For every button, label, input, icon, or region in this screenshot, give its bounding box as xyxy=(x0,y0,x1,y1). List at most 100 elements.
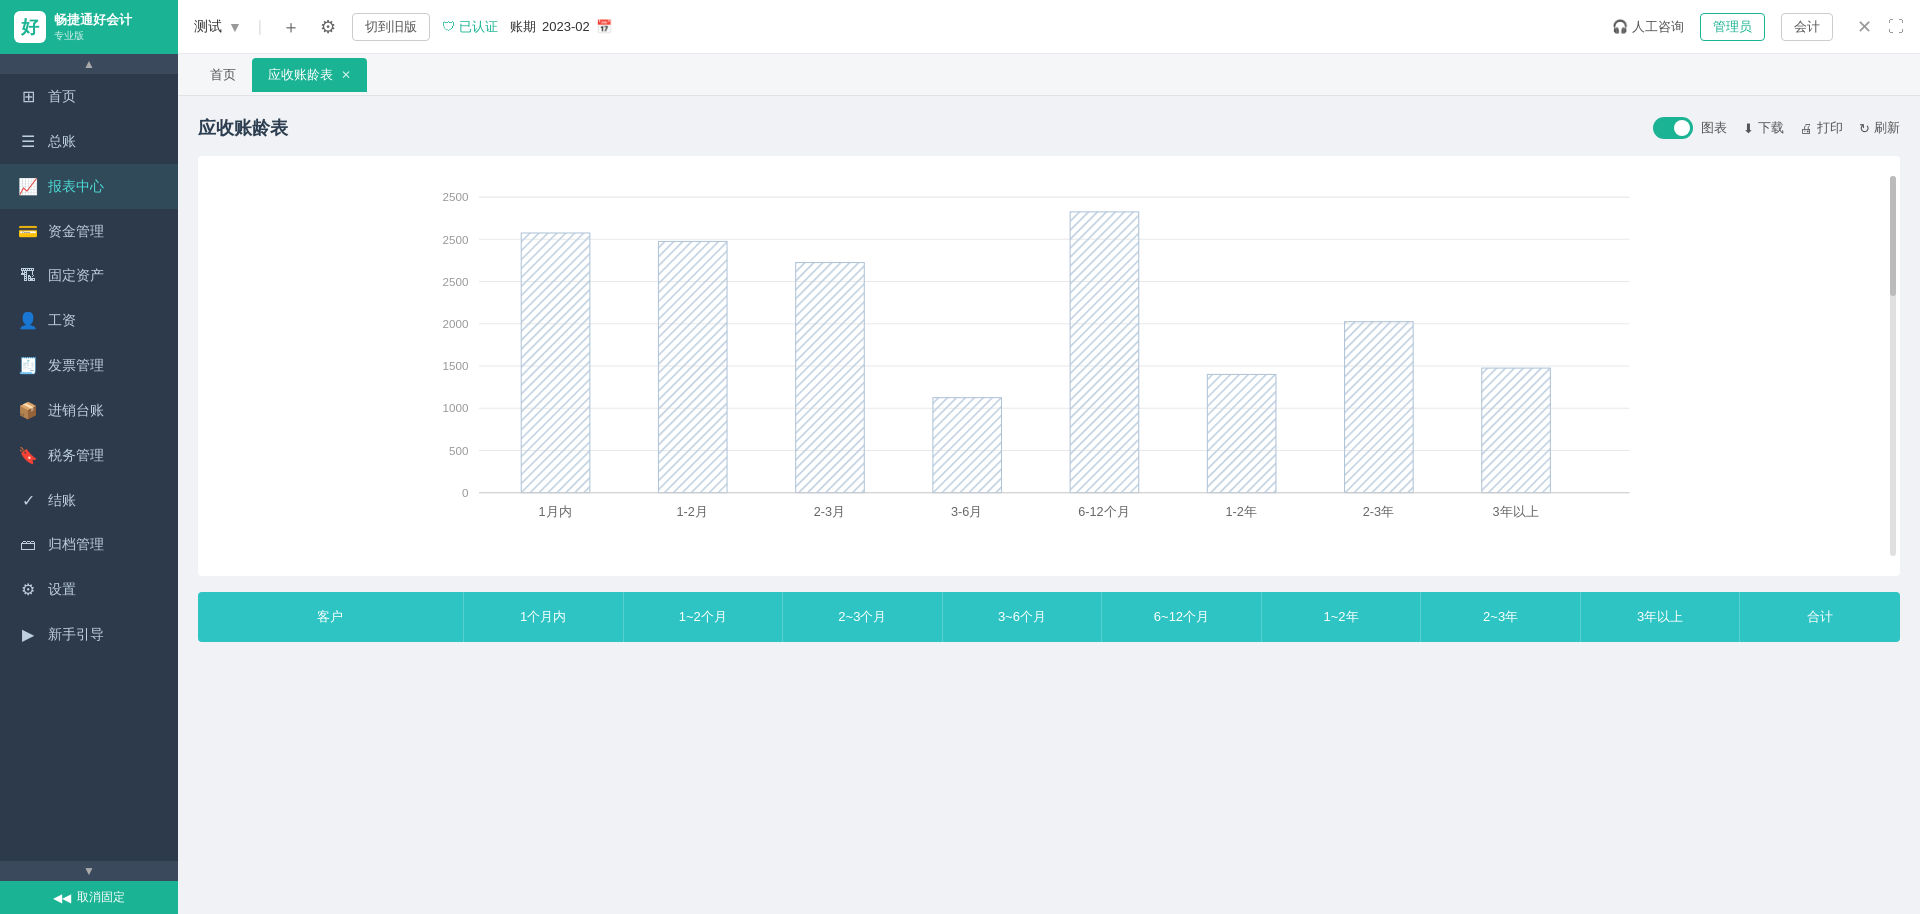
company-selector[interactable]: 测试 ▼ xyxy=(194,18,242,36)
nav-label-funds: 资金管理 xyxy=(48,223,104,241)
sidebar-item-ledger[interactable]: ☰ 总账 xyxy=(0,119,178,164)
settings-btn[interactable]: ⚙ xyxy=(316,12,340,42)
content-area: 应收账龄表 图表 ⬇ 下载 🖨 打印 ↻ 刷新 xyxy=(178,96,1920,914)
bar-1-2month xyxy=(658,241,727,492)
svg-text:1000: 1000 xyxy=(443,401,469,414)
tab-home[interactable]: 首页 xyxy=(194,58,252,92)
th-1-2year: 1~2年 xyxy=(1262,592,1422,642)
period-text-label: 账期 xyxy=(510,18,536,36)
nav-label-closing: 结账 xyxy=(48,492,76,510)
print-btn[interactable]: 🖨 打印 xyxy=(1800,119,1843,137)
nav-label-invoice: 发票管理 xyxy=(48,357,104,375)
window-expand-btn[interactable]: ⛶ xyxy=(1888,18,1904,36)
chart-scrollbar-thumb[interactable] xyxy=(1890,176,1896,296)
sidebar-item-guide[interactable]: ▶ 新手引导 xyxy=(0,612,178,657)
nav-label-home: 首页 xyxy=(48,88,76,106)
help-btn[interactable]: 🎧 人工咨询 xyxy=(1612,18,1684,36)
download-btn[interactable]: ⬇ 下载 xyxy=(1743,119,1784,137)
sidebar-item-inventory[interactable]: 📦 进销台账 xyxy=(0,388,178,433)
nav-label-settings: 设置 xyxy=(48,581,76,599)
home-icon: ⊞ xyxy=(18,87,38,106)
role-btn[interactable]: 会计 xyxy=(1781,13,1833,41)
window-close-btn[interactable]: ✕ xyxy=(1857,16,1872,38)
svg-text:2500: 2500 xyxy=(443,275,469,288)
table-container: 客户 1个月内 1~2个月 2~3个月 3~6个月 6~12个月 1~2年 2~… xyxy=(198,592,1900,642)
sidebar-item-funds[interactable]: 💳 资金管理 xyxy=(0,209,178,254)
svg-text:2-3年: 2-3年 xyxy=(1363,505,1394,519)
nav-label-guide: 新手引导 xyxy=(48,626,104,644)
print-label: 打印 xyxy=(1817,119,1843,137)
refresh-label: 刷新 xyxy=(1874,119,1900,137)
chart-container: 2500 2500 2500 2000 1500 1000 500 0 1月内 xyxy=(198,156,1900,576)
chart-scrollbar[interactable] xyxy=(1890,176,1896,556)
svg-text:2-3月: 2-3月 xyxy=(814,505,845,519)
sidebar-scroll-down[interactable]: ▼ xyxy=(0,861,178,881)
sidebar-item-archive[interactable]: 🗃 归档管理 xyxy=(0,523,178,567)
bar-chart: 2500 2500 2500 2000 1500 1000 500 0 1月内 xyxy=(218,176,1880,556)
old-version-btn[interactable]: 切到旧版 xyxy=(352,13,430,41)
sidebar-item-salary[interactable]: 👤 工资 xyxy=(0,298,178,343)
sidebar-item-closing[interactable]: ✓ 结账 xyxy=(0,478,178,523)
headset-icon: 🎧 xyxy=(1612,19,1628,34)
sidebar-item-settings[interactable]: ⚙ 设置 xyxy=(0,567,178,612)
svg-text:2500: 2500 xyxy=(443,190,469,203)
company-name: 测试 xyxy=(194,18,222,36)
tab-ar-aging[interactable]: 应收账龄表 ✕ xyxy=(252,58,367,92)
sidebar-item-invoice[interactable]: 🧾 发票管理 xyxy=(0,343,178,388)
sidebar-scroll-up[interactable]: ▲ xyxy=(0,54,178,74)
svg-text:2500: 2500 xyxy=(443,233,469,246)
toggle-label: 图表 xyxy=(1701,119,1727,137)
nav-label-assets: 固定资产 xyxy=(48,267,104,285)
period-value: 2023-02 xyxy=(542,19,590,34)
th-2-3month: 2~3个月 xyxy=(783,592,943,642)
divider1: | xyxy=(258,18,262,36)
bar-3-6month xyxy=(933,398,1002,493)
nav-label-inventory: 进销台账 xyxy=(48,402,104,420)
calendar-icon[interactable]: 📅 xyxy=(596,19,612,34)
svg-text:1-2月: 1-2月 xyxy=(677,505,708,519)
add-company-btn[interactable]: ＋ xyxy=(278,11,304,43)
tab-home-label: 首页 xyxy=(210,66,236,84)
th-6-12month: 6~12个月 xyxy=(1102,592,1262,642)
settings-icon: ⚙ xyxy=(18,580,38,599)
topbar-right: 🎧 人工咨询 管理员 会计 ✕ ⛶ xyxy=(1612,13,1904,41)
verified-badge: 🛡 已认证 xyxy=(442,18,498,36)
tab-close-btn[interactable]: ✕ xyxy=(341,68,351,82)
th-total: 合计 xyxy=(1740,592,1900,642)
bar-1-2year xyxy=(1207,374,1276,492)
pin-icon: ◀◀ xyxy=(53,891,71,905)
th-1-2month: 1~2个月 xyxy=(624,592,784,642)
svg-text:1月内: 1月内 xyxy=(538,505,571,519)
logo-subtitle: 专业版 xyxy=(54,29,132,43)
sidebar: 好 畅捷通好会计 专业版 ▲ ⊞ 首页 ☰ 总账 📈 报表中心 💳 资金管理 🏗… xyxy=(0,0,178,914)
table-header: 客户 1个月内 1~2个月 2~3个月 3~6个月 6~12个月 1~2年 2~… xyxy=(198,592,1900,642)
logo-title: 畅捷通好会计 xyxy=(54,11,132,29)
manager-btn[interactable]: 管理员 xyxy=(1700,13,1765,41)
sidebar-item-tax[interactable]: 🔖 税务管理 xyxy=(0,433,178,478)
shield-icon: 🛡 xyxy=(442,19,455,34)
tax-icon: 🔖 xyxy=(18,446,38,465)
closing-icon: ✓ xyxy=(18,491,38,510)
tab-ar-label: 应收账龄表 xyxy=(268,66,333,84)
chart-toggle[interactable] xyxy=(1653,117,1693,139)
sidebar-item-home[interactable]: ⊞ 首页 xyxy=(0,74,178,119)
sidebar-item-reports[interactable]: 📈 报表中心 xyxy=(0,164,178,209)
invoice-icon: 🧾 xyxy=(18,356,38,375)
refresh-btn[interactable]: ↻ 刷新 xyxy=(1859,119,1900,137)
verified-label: 已认证 xyxy=(459,18,498,36)
page-actions: 图表 ⬇ 下载 🖨 打印 ↻ 刷新 xyxy=(1653,117,1900,139)
inventory-icon: 📦 xyxy=(18,401,38,420)
archive-icon: 🗃 xyxy=(18,536,38,554)
th-1month: 1个月内 xyxy=(464,592,624,642)
nav-label-reports: 报表中心 xyxy=(48,178,104,196)
main-area: 测试 ▼ | ＋ ⚙ 切到旧版 🛡 已认证 账期 2023-02 📅 🎧 人工咨… xyxy=(178,0,1920,914)
svg-text:3-6月: 3-6月 xyxy=(951,505,982,519)
svg-text:1-2年: 1-2年 xyxy=(1225,505,1256,519)
nav-label-archive: 归档管理 xyxy=(48,536,104,554)
salary-icon: 👤 xyxy=(18,311,38,330)
th-3-6month: 3~6个月 xyxy=(943,592,1103,642)
cancel-fixed-btn[interactable]: ◀◀ 取消固定 xyxy=(0,881,178,914)
sidebar-item-assets[interactable]: 🏗 固定资产 xyxy=(0,254,178,298)
svg-text:2000: 2000 xyxy=(443,317,469,330)
guide-icon: ▶ xyxy=(18,625,38,644)
